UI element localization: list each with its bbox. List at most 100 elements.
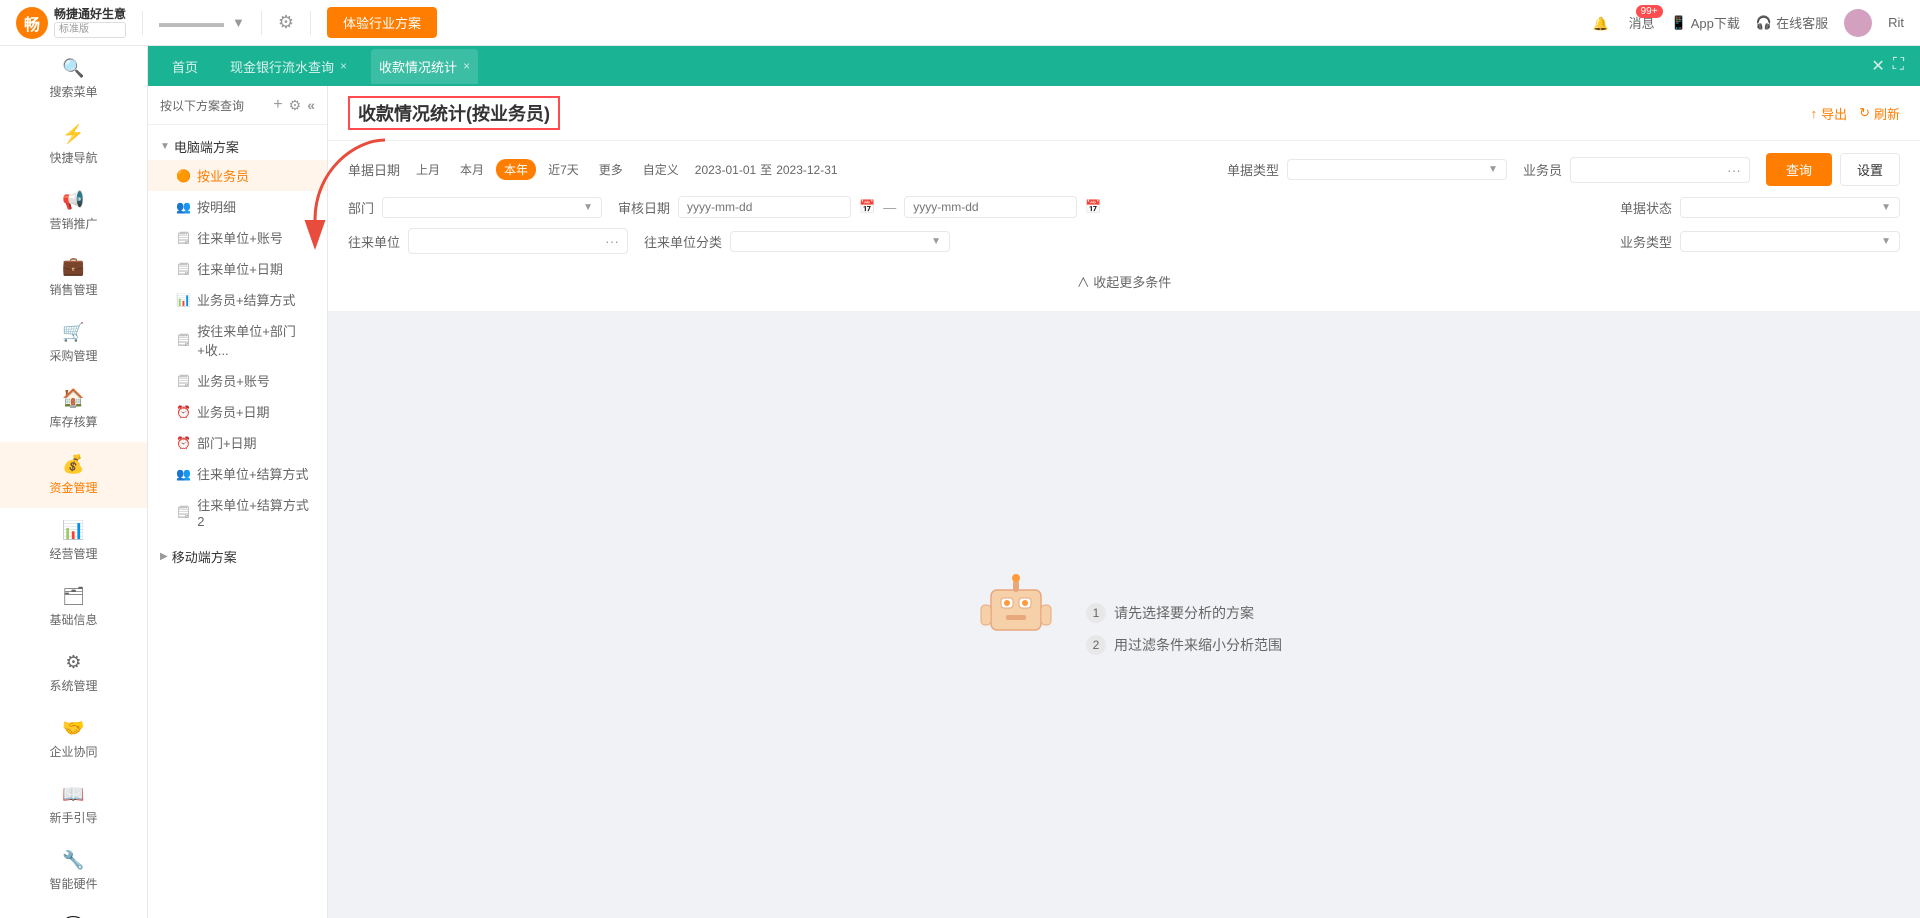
tab-bank-flow[interactable]: 现金银行流水查询 × [222, 49, 355, 84]
tab-collection-stats-label: 收款情况统计 [379, 57, 457, 76]
sidebar-item-finance[interactable]: 💰 资金管理 [0, 442, 147, 508]
scheme-item-unit-settlement1[interactable]: 👥 往来单位+结算方式 [148, 458, 327, 489]
page-container: 按以下方案查询 + ⚙ « ▼ 电脑端方案 🟠 [148, 86, 1920, 918]
date-from: 2023-01-01 [695, 163, 756, 177]
tab-collection-stats[interactable]: 收款情况统计 × [371, 49, 478, 84]
hardware-icon: 🔧 [62, 850, 84, 871]
scheme-item-salesperson-account[interactable]: 🗒 业务员+账号 [148, 365, 327, 396]
scheme-item-salesperson-date[interactable]: ⏰ 业务员+日期 [148, 396, 327, 427]
scheme-item-unit-dept[interactable]: 🗒 按往来单位+部门+收... [148, 315, 327, 365]
tab-home[interactable]: 首页 [164, 49, 206, 84]
scheme-item-salesperson[interactable]: 🟠 按业务员 [148, 160, 327, 191]
scheme-item-unit-settlement2[interactable]: 🗒 往来单位+结算方式2 [148, 489, 327, 535]
window-maximize-btn[interactable]: ⛶ [1893, 56, 1904, 76]
review-date-to[interactable] [904, 196, 1077, 218]
setting-btn[interactable]: 设置 [1840, 153, 1900, 186]
salesperson-label: 业务员 [1523, 160, 1562, 179]
doc-type-select[interactable]: ▼ [1287, 159, 1507, 180]
scheme-label-0: 按业务员 [197, 166, 249, 185]
filter-btn-group: 查询 设置 [1766, 153, 1900, 186]
sidebar-label-search: 搜索菜单 [49, 83, 97, 100]
salesperson-more-btn[interactable]: ··· [1727, 162, 1741, 178]
counterpart-select[interactable]: ··· [408, 228, 628, 254]
scheme-item-unit-date[interactable]: 🗒 往来单位+日期 [148, 253, 327, 284]
sidebar-item-system[interactable]: ⚙ 系统管理 [0, 640, 147, 706]
calendar-icon-to[interactable]: 📅 [1085, 199, 1101, 215]
export-btn[interactable]: ↑ 导出 [1811, 104, 1848, 123]
date-tab-custom[interactable]: 自定义 [635, 159, 687, 180]
user-avatar[interactable] [1844, 9, 1872, 37]
business-type-select[interactable]: ▼ [1680, 231, 1900, 252]
doc-type-arrow: ▼ [1488, 164, 1498, 175]
headset-icon: 🎧 [1756, 15, 1772, 31]
sidebar-label-shortcut: 快捷导航 [49, 149, 97, 166]
sidebar-item-guide[interactable]: 📖 新手引导 [0, 772, 147, 838]
refresh-btn[interactable]: ↻ 刷新 [1859, 104, 1900, 123]
messages-label: 消息 [1629, 16, 1655, 31]
date-label: 单据日期 [348, 160, 400, 179]
tip-text-1: 请先选择要分析的方案 [1114, 603, 1254, 623]
query-btn[interactable]: 查询 [1766, 153, 1832, 186]
calendar-icon-from[interactable]: 📅 [859, 199, 875, 215]
export-icon: ↑ [1811, 106, 1818, 121]
empty-tip-2: 2 用过滤条件来缩小分析范围 [1086, 635, 1282, 655]
mobile-group-header[interactable]: ▶ 移动端方案 [148, 543, 327, 570]
scheme-item-salesperson-settlement[interactable]: 📊 业务员+结算方式 [148, 284, 327, 315]
add-scheme-btn[interactable]: + [273, 96, 282, 114]
breadcrumb-text: ▬▬▬▬▬ [159, 15, 224, 30]
doc-type-label: 单据类型 [1227, 160, 1279, 179]
sidebar-item-shortcut[interactable]: ⚡ 快捷导航 [0, 112, 147, 178]
sidebar-item-enterprise[interactable]: 🤝 企业协同 [0, 706, 147, 772]
tab-home-label: 首页 [172, 57, 198, 76]
scheme-icon-0: 🟠 [176, 169, 191, 183]
date-tab-7days[interactable]: 近7天 [540, 159, 587, 180]
sidebar-item-search[interactable]: 🔍 搜索菜单 [0, 46, 147, 112]
sidebar-item-purchase[interactable]: 🛒 采购管理 [0, 310, 147, 376]
settings-icon[interactable]: ⚙ [278, 12, 294, 33]
sidebar-label-hardware: 智能硬件 [49, 875, 97, 892]
desktop-group-header[interactable]: ▼ 电脑端方案 [148, 133, 327, 160]
dept-label: 部门 [348, 198, 374, 217]
sidebar-item-hardware[interactable]: 🔧 智能硬件 [0, 838, 147, 904]
panel-collapse-btn[interactable]: « [307, 97, 315, 113]
search-icon: 🔍 [62, 58, 84, 79]
window-close-btn[interactable]: ✕ [1871, 56, 1884, 76]
date-tab-lastmonth[interactable]: 上月 [408, 159, 448, 180]
sidebar-item-management[interactable]: 📊 经营管理 [0, 508, 147, 574]
sidebar-item-marketing[interactable]: 📢 营销推广 [0, 178, 147, 244]
collapse-more-btn[interactable]: ∧ 收起更多条件 [348, 264, 1900, 299]
tab-bank-flow-close[interactable]: × [340, 59, 347, 73]
dropdown-arrow[interactable]: ▼ [232, 15, 245, 30]
sidebar-item-inventory[interactable]: 🏠 库存核算 [0, 376, 147, 442]
scheme-label-1: 按明细 [197, 197, 236, 216]
doc-status-select[interactable]: ▼ [1680, 197, 1900, 218]
scheme-item-dept-date[interactable]: ⏰ 部门+日期 [148, 427, 327, 458]
filter-dept: 部门 ▼ [348, 197, 602, 218]
counterpart-more-btn[interactable]: ··· [605, 233, 619, 249]
sidebar-item-base[interactable]: 🗂 基础信息 [0, 574, 147, 640]
scheme-item-unit-account[interactable]: 🗒 往来单位+账号 [148, 222, 327, 253]
date-tab-thisyear[interactable]: 本年 [496, 159, 536, 180]
scheme-item-detail[interactable]: 👥 按明细 [148, 191, 327, 222]
filter-counterpart-category: 往来单位分类 ▼ [644, 231, 950, 252]
dept-select[interactable]: ▼ [382, 197, 602, 218]
nav-breadcrumb[interactable]: ▬▬▬▬▬ ▼ [159, 15, 245, 30]
scheme-icon-9: 👥 [176, 467, 191, 481]
date-tab-more[interactable]: 更多 [591, 159, 631, 180]
tab-collection-stats-close[interactable]: × [463, 59, 470, 73]
base-icon: 🗂 [62, 586, 85, 607]
sales-icon: 💼 [62, 256, 84, 277]
counterpart-category-select[interactable]: ▼ [730, 231, 950, 252]
date-tab-thismonth[interactable]: 本月 [452, 159, 492, 180]
scheme-label-8: 部门+日期 [197, 433, 257, 452]
scheme-settings-btn[interactable]: ⚙ [289, 97, 302, 114]
mobile-group-label: 移动端方案 [172, 547, 237, 566]
review-date-from[interactable] [678, 196, 851, 218]
messages-button[interactable]: 🔔 99+ 消息 [1593, 13, 1655, 32]
salesperson-select[interactable]: ··· [1570, 157, 1750, 183]
app-download-button[interactable]: 📱 App下载 [1671, 13, 1740, 32]
sidebar-item-wechat[interactable]: 💬 企业微信 [0, 904, 147, 918]
sidebar-item-sales[interactable]: 💼 销售管理 [0, 244, 147, 310]
trial-button[interactable]: 体验行业方案 [327, 7, 437, 38]
online-service-button[interactable]: 🎧 在线客服 [1756, 13, 1828, 32]
